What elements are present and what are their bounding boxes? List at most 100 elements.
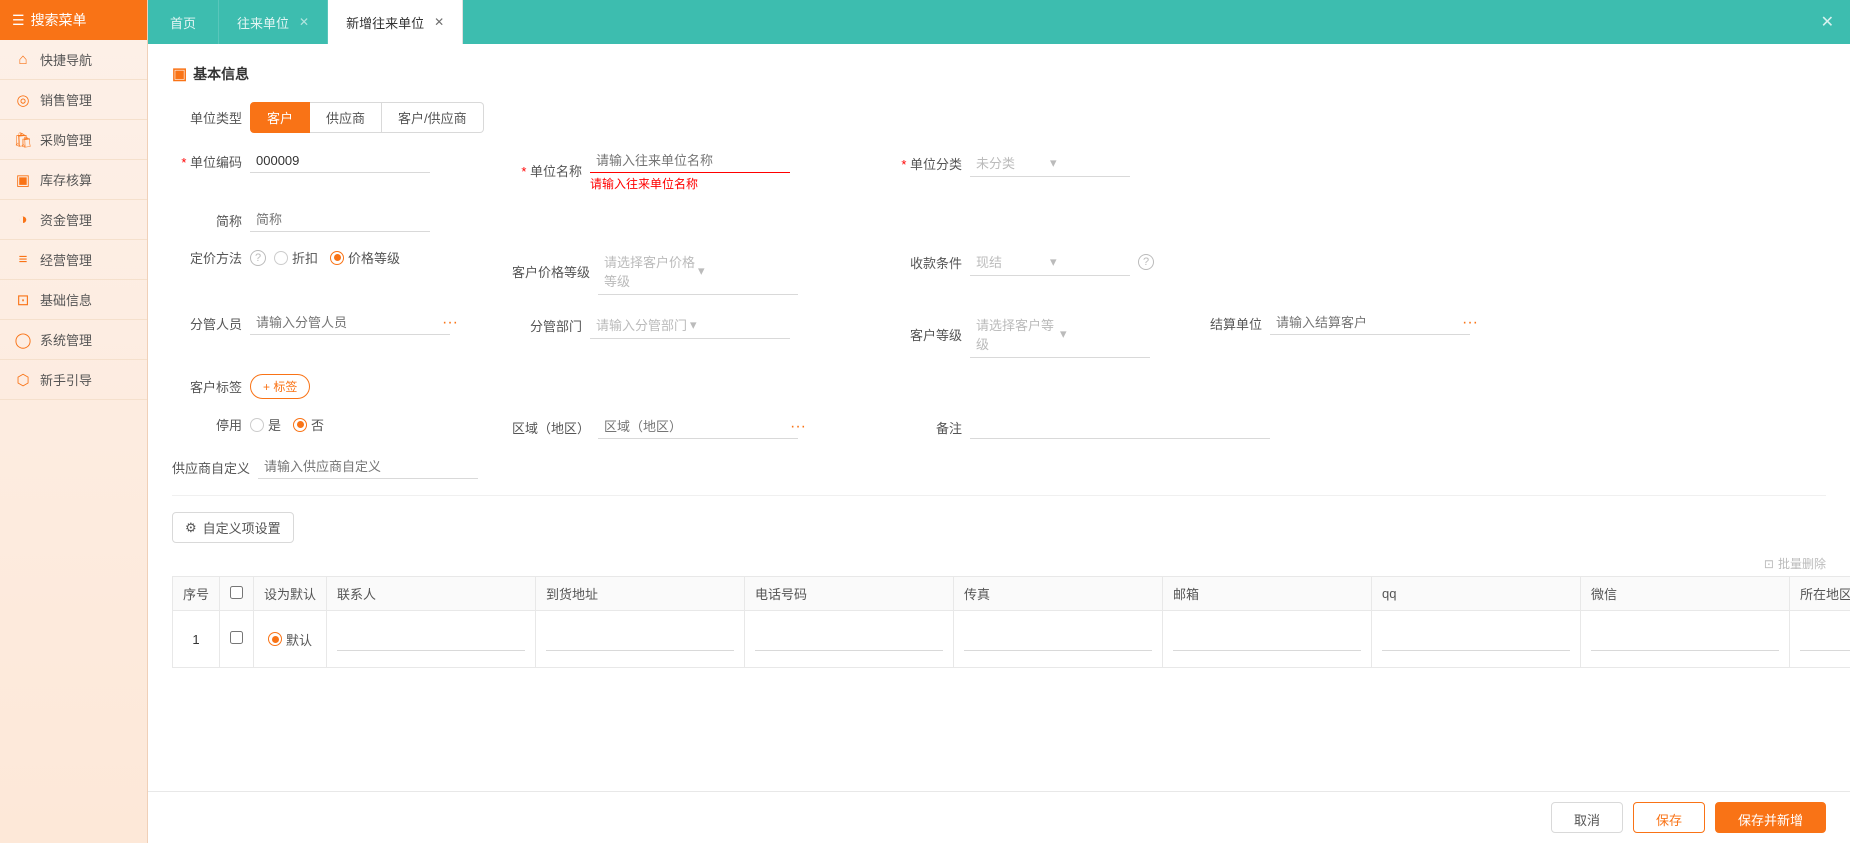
abbr-label: 简称 — [172, 211, 242, 230]
email-input[interactable] — [1173, 627, 1361, 651]
customer-level-dropdown[interactable]: 请选择客户等级 ▾ — [970, 311, 1150, 358]
unit-category-group: 单位分类 未分类 ▾ — [892, 149, 1826, 177]
add-tag-button[interactable]: + 标签 — [250, 374, 310, 399]
settlement-dots-btn[interactable]: ··· — [1458, 314, 1482, 332]
save-button[interactable]: 保存 — [1633, 802, 1705, 833]
tab-new[interactable]: 新增往来单位 ✕ — [328, 0, 463, 44]
abbr-input[interactable] — [250, 208, 430, 232]
sidebar-item-quick-nav[interactable]: ⌂ 快捷导航 — [0, 40, 147, 80]
cancel-button[interactable]: 取消 — [1551, 802, 1623, 833]
col-phone: 电话号码 — [745, 577, 954, 611]
manager-input[interactable] — [250, 311, 438, 334]
save-new-button[interactable]: 保存并新增 — [1715, 802, 1826, 833]
disabled-label: 停用 — [172, 415, 242, 434]
pricing-row: 定价方法 ? 折扣 价格等级 客户价格等级 — [172, 248, 1826, 295]
unit-name-field: 请输入往来单位名称 — [590, 149, 790, 192]
row-wechat-input — [1581, 611, 1790, 668]
batch-delete-icon: ⊡ — [1764, 557, 1774, 571]
supplier-custom-row: 供应商自定义 — [172, 455, 1826, 479]
notes-input[interactable] — [970, 415, 1270, 439]
region-dots-btn[interactable]: ··· — [786, 418, 810, 436]
customer-price-level-dropdown[interactable]: 请选择客户价格等级 ▾ — [598, 248, 798, 295]
phone-input[interactable] — [755, 627, 943, 651]
unit-type-customer[interactable]: 客户 — [250, 102, 310, 133]
settlement-input[interactable] — [1270, 311, 1458, 334]
batch-delete-area: ⊡ 批量删除 — [172, 555, 1826, 572]
disabled-radio-group: 是 否 — [250, 415, 324, 434]
pricing-level[interactable]: 价格等级 — [330, 248, 400, 267]
sidebar-search[interactable]: ☰ 搜索菜单 — [0, 0, 147, 40]
row-default-radio-btn[interactable] — [268, 632, 282, 646]
custom-settings-button[interactable]: ⚙ 自定义项设置 — [172, 512, 294, 543]
table-row: 1 默认 — [173, 611, 1850, 668]
region-input-wrap: ··· — [598, 415, 798, 439]
unit-type-both[interactable]: 客户/供应商 — [382, 102, 484, 133]
row-default-radio: 默认 — [264, 630, 316, 649]
level-radio[interactable] — [330, 251, 344, 265]
yes-radio[interactable] — [250, 418, 264, 432]
department-dropdown[interactable]: 请输入分管部门 ▾ — [590, 311, 790, 339]
pricing-method-group: 定价方法 ? 折扣 价格等级 — [172, 248, 512, 267]
department-group: 分管部门 请输入分管部门 ▾ — [512, 311, 892, 339]
sidebar-item-system[interactable]: ◯ 系统管理 — [0, 320, 147, 360]
price-level-arrow-icon: ▾ — [698, 263, 792, 279]
row-address-input — [536, 611, 745, 668]
sidebar: ☰ 搜索菜单 ⌂ 快捷导航 ◎ 销售管理 🛍 采购管理 ▣ 库存核算 ◑ 资金管… — [0, 0, 148, 843]
sidebar-item-basic[interactable]: ⊡ 基础信息 — [0, 280, 147, 320]
discount-radio[interactable] — [274, 251, 288, 265]
tab-new-close[interactable]: ✕ — [434, 15, 444, 29]
window-close-button[interactable]: ✕ — [1805, 12, 1850, 32]
purchase-icon: 🛍 — [14, 131, 32, 149]
sidebar-item-guide[interactable]: ⬡ 新手引导 — [0, 360, 147, 400]
manager-row: 分管人员 ··· 分管部门 请输入分管部门 ▾ 客户等级 请选择客户等级 ▾ — [172, 311, 1826, 358]
region-input[interactable] — [598, 415, 786, 438]
unit-category-dropdown[interactable]: 未分类 ▾ — [970, 149, 1130, 177]
row-contact-input — [327, 611, 536, 668]
no-radio[interactable] — [293, 418, 307, 432]
manager-dots-btn[interactable]: ··· — [438, 314, 462, 332]
pricing-discount[interactable]: 折扣 — [274, 248, 318, 267]
tab-home[interactable]: 首页 — [148, 0, 219, 44]
manager-label: 分管人员 — [172, 314, 242, 333]
sidebar-item-inventory[interactable]: ▣ 库存核算 — [0, 160, 147, 200]
inventory-icon: ▣ — [14, 171, 32, 189]
pricing-radio-group: 折扣 价格等级 — [274, 248, 400, 267]
row-select-checkbox[interactable] — [230, 631, 243, 644]
disabled-yes[interactable]: 是 — [250, 415, 281, 434]
payment-terms-dropdown[interactable]: 现结 ▾ — [970, 248, 1130, 276]
footer: 取消 保存 保存并新增 — [148, 791, 1850, 843]
row-email-input — [1163, 611, 1372, 668]
col-email: 邮箱 — [1163, 577, 1372, 611]
tab-list-close[interactable]: ✕ — [299, 15, 309, 29]
row-region-input — [1790, 611, 1850, 668]
form-content: ▣ 基本信息 单位类型 客户 供应商 客户/供应商 单位编码 单位名称 — [148, 44, 1850, 791]
guide-icon: ⬡ — [14, 371, 32, 389]
sidebar-item-purchase[interactable]: 🛍 采购管理 — [0, 120, 147, 160]
row-phone-input — [745, 611, 954, 668]
unit-code-input[interactable] — [250, 149, 430, 173]
supplier-custom-input[interactable] — [258, 455, 478, 479]
table-header-row: 序号 设为默认 联系人 到货地址 电话号码 传真 邮箱 qq 微信 所在地区 操… — [173, 577, 1850, 611]
payment-help-icon[interactable]: ? — [1138, 254, 1154, 270]
unit-name-input[interactable] — [590, 149, 790, 173]
department-arrow-icon: ▾ — [690, 317, 784, 333]
settlement-input-wrap: ··· — [1270, 311, 1470, 335]
disabled-no[interactable]: 否 — [293, 415, 324, 434]
section-title-basic: ▣ 基本信息 — [172, 64, 1826, 84]
unit-type-supplier[interactable]: 供应商 — [310, 102, 382, 133]
qq-input[interactable] — [1382, 627, 1570, 651]
basic-icon: ⊡ — [14, 291, 32, 309]
sidebar-item-sales[interactable]: ◎ 销售管理 — [0, 80, 147, 120]
row-region-input-field[interactable] — [1800, 627, 1850, 651]
address-input[interactable] — [546, 627, 734, 651]
pricing-help-icon[interactable]: ? — [250, 250, 266, 266]
sidebar-item-finance[interactable]: ◑ 资金管理 — [0, 200, 147, 240]
department-label: 分管部门 — [512, 316, 582, 335]
fax-input[interactable] — [964, 627, 1152, 651]
row-default-label[interactable]: 默认 — [268, 630, 312, 649]
contact-input[interactable] — [337, 627, 525, 651]
sidebar-item-operation[interactable]: ≡ 经营管理 — [0, 240, 147, 280]
select-all-checkbox[interactable] — [230, 586, 243, 599]
tab-list[interactable]: 往来单位 ✕ — [219, 0, 328, 44]
wechat-input[interactable] — [1591, 627, 1779, 651]
